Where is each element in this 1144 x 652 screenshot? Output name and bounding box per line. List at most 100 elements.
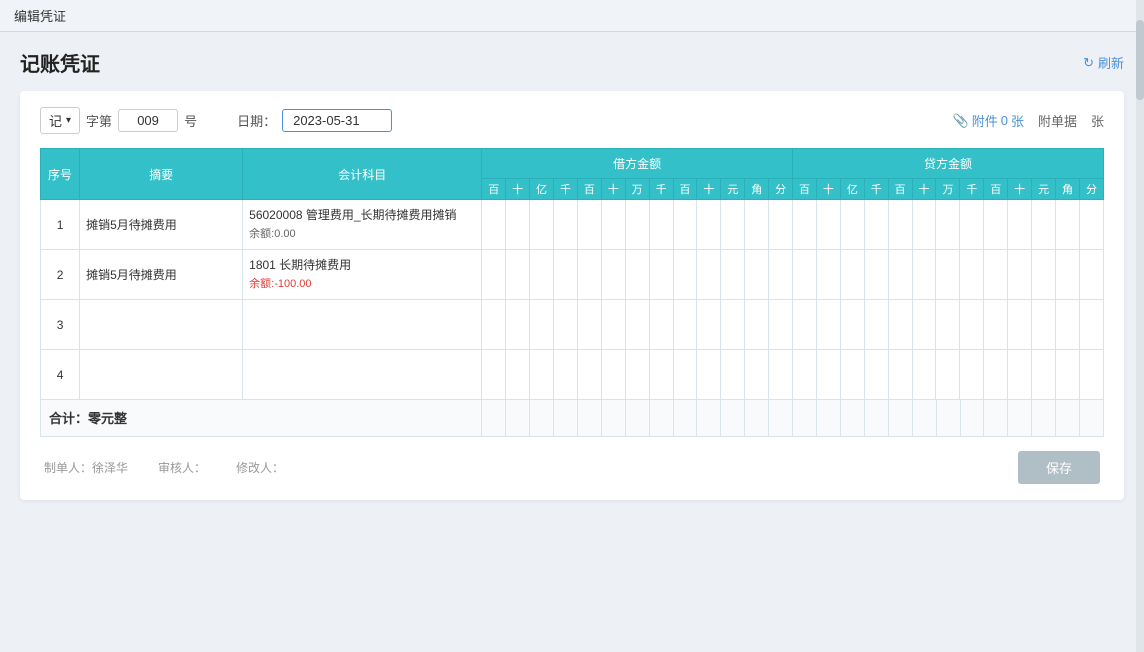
credit-cell-3[interactable] xyxy=(864,250,888,300)
credit-cell-3[interactable] xyxy=(864,350,888,400)
debit-cell-11[interactable] xyxy=(745,350,769,400)
debit-cell-4[interactable] xyxy=(577,200,601,250)
credit-cell-11[interactable] xyxy=(1056,350,1080,400)
credit-cell-7[interactable] xyxy=(960,200,984,250)
debit-cell-11[interactable] xyxy=(745,200,769,250)
credit-cell-9[interactable] xyxy=(1008,200,1032,250)
credit-cell-10[interactable] xyxy=(1032,350,1056,400)
debit-cell-1[interactable] xyxy=(506,200,530,250)
debit-cell-5[interactable] xyxy=(601,200,625,250)
credit-cell-11[interactable] xyxy=(1056,200,1080,250)
debit-cell-5[interactable] xyxy=(601,350,625,400)
row-summary[interactable] xyxy=(80,300,243,350)
credit-cell-6[interactable] xyxy=(936,300,960,350)
debit-cell-0[interactable] xyxy=(482,200,506,250)
debit-cell-8[interactable] xyxy=(673,200,697,250)
debit-cell-5[interactable] xyxy=(601,300,625,350)
credit-cell-8[interactable] xyxy=(984,200,1008,250)
credit-cell-6[interactable] xyxy=(936,350,960,400)
credit-cell-0[interactable] xyxy=(793,200,817,250)
save-button[interactable]: 保存 xyxy=(1018,451,1100,484)
debit-cell-3[interactable] xyxy=(553,250,577,300)
debit-cell-12[interactable] xyxy=(769,300,793,350)
row-account[interactable]: 56020008 管理费用_长期待摊费用摊销余额:0.00 xyxy=(243,200,482,250)
debit-cell-11[interactable] xyxy=(745,250,769,300)
credit-cell-2[interactable] xyxy=(840,200,864,250)
debit-cell-1[interactable] xyxy=(506,300,530,350)
debit-cell-8[interactable] xyxy=(673,350,697,400)
credit-cell-7[interactable] xyxy=(960,250,984,300)
debit-cell-2[interactable] xyxy=(530,300,554,350)
row-summary[interactable]: 摊销5月待摊费用 xyxy=(80,250,243,300)
credit-cell-11[interactable] xyxy=(1056,300,1080,350)
debit-cell-4[interactable] xyxy=(577,250,601,300)
row-account[interactable]: 1801 长期待摊费用余额:-100.00 xyxy=(243,250,482,300)
debit-cell-8[interactable] xyxy=(673,300,697,350)
debit-cell-0[interactable] xyxy=(482,300,506,350)
debit-cell-10[interactable] xyxy=(721,200,745,250)
debit-cell-8[interactable] xyxy=(673,250,697,300)
credit-cell-8[interactable] xyxy=(984,300,1008,350)
debit-cell-1[interactable] xyxy=(506,350,530,400)
debit-cell-10[interactable] xyxy=(721,350,745,400)
voucher-number-input[interactable] xyxy=(118,109,178,132)
debit-cell-7[interactable] xyxy=(649,300,673,350)
debit-cell-7[interactable] xyxy=(649,200,673,250)
credit-cell-2[interactable] xyxy=(840,350,864,400)
debit-cell-2[interactable] xyxy=(530,250,554,300)
credit-cell-11[interactable] xyxy=(1056,250,1080,300)
date-input[interactable] xyxy=(282,109,392,132)
debit-cell-5[interactable] xyxy=(601,250,625,300)
credit-cell-9[interactable] xyxy=(1008,350,1032,400)
credit-cell-5[interactable] xyxy=(912,250,936,300)
row-summary[interactable]: 摊销5月待摊费用 xyxy=(80,200,243,250)
credit-cell-0[interactable] xyxy=(793,300,817,350)
debit-cell-9[interactable] xyxy=(697,350,721,400)
credit-cell-7[interactable] xyxy=(960,300,984,350)
credit-cell-5[interactable] xyxy=(912,200,936,250)
credit-cell-4[interactable] xyxy=(888,350,912,400)
credit-cell-12[interactable] xyxy=(1079,350,1103,400)
debit-cell-6[interactable] xyxy=(625,350,649,400)
debit-cell-3[interactable] xyxy=(553,200,577,250)
credit-cell-10[interactable] xyxy=(1032,300,1056,350)
debit-cell-4[interactable] xyxy=(577,350,601,400)
credit-cell-0[interactable] xyxy=(793,250,817,300)
debit-cell-2[interactable] xyxy=(530,350,554,400)
debit-cell-6[interactable] xyxy=(625,300,649,350)
row-summary[interactable] xyxy=(80,350,243,400)
debit-cell-1[interactable] xyxy=(506,250,530,300)
debit-cell-0[interactable] xyxy=(482,350,506,400)
debit-cell-11[interactable] xyxy=(745,300,769,350)
credit-cell-6[interactable] xyxy=(936,200,960,250)
debit-cell-12[interactable] xyxy=(769,250,793,300)
debit-cell-6[interactable] xyxy=(625,250,649,300)
scrollbar-track[interactable] xyxy=(1136,0,1144,652)
debit-cell-9[interactable] xyxy=(697,300,721,350)
debit-cell-7[interactable] xyxy=(649,250,673,300)
debit-cell-6[interactable] xyxy=(625,200,649,250)
row-account[interactable] xyxy=(243,350,482,400)
credit-cell-10[interactable] xyxy=(1032,200,1056,250)
debit-cell-0[interactable] xyxy=(482,250,506,300)
credit-cell-2[interactable] xyxy=(840,250,864,300)
credit-cell-6[interactable] xyxy=(936,250,960,300)
debit-cell-9[interactable] xyxy=(697,250,721,300)
credit-cell-8[interactable] xyxy=(984,350,1008,400)
credit-cell-2[interactable] xyxy=(840,300,864,350)
credit-cell-1[interactable] xyxy=(816,250,840,300)
credit-cell-9[interactable] xyxy=(1008,250,1032,300)
type-select[interactable]: 记 ▾ xyxy=(40,107,80,134)
scrollbar-thumb[interactable] xyxy=(1136,20,1144,100)
credit-cell-5[interactable] xyxy=(912,300,936,350)
debit-cell-2[interactable] xyxy=(530,200,554,250)
credit-cell-9[interactable] xyxy=(1008,300,1032,350)
debit-cell-12[interactable] xyxy=(769,200,793,250)
credit-cell-5[interactable] xyxy=(912,350,936,400)
row-account[interactable] xyxy=(243,300,482,350)
credit-cell-4[interactable] xyxy=(888,300,912,350)
attachment-link[interactable]: 📎 附件 0 张 xyxy=(953,111,1024,130)
debit-cell-12[interactable] xyxy=(769,350,793,400)
attach-receipt[interactable]: 附单据 xyxy=(1038,111,1077,130)
credit-cell-10[interactable] xyxy=(1032,250,1056,300)
